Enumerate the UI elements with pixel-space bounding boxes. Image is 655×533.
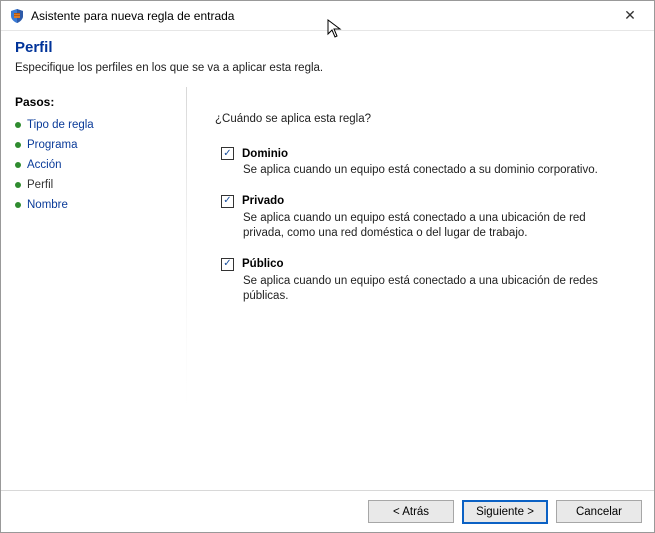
check-icon: ✓ [223, 196, 231, 206]
steps-sidebar: Pasos: Tipo de regla Programa Acción Per… [1, 87, 187, 490]
option-label: Dominio [242, 148, 288, 160]
back-button[interactable]: < Atrás [368, 500, 454, 523]
step-label: Perfil [27, 179, 53, 191]
checkbox-dominio[interactable]: ✓ [221, 147, 234, 160]
step-nombre[interactable]: Nombre [15, 195, 177, 215]
option-description: Se aplica cuando un equipo está conectad… [243, 211, 623, 242]
step-programa[interactable]: Programa [15, 135, 177, 155]
close-button[interactable]: ✕ [610, 2, 650, 30]
check-icon: ✓ [223, 259, 231, 269]
close-icon: ✕ [624, 7, 636, 24]
step-accion[interactable]: Acción [15, 155, 177, 175]
step-label: Acción [27, 159, 62, 171]
option-label: Público [242, 258, 284, 270]
wizard-footer: < Atrás Siguiente > Cancelar [1, 490, 654, 532]
option-dominio: ✓ Dominio Se aplica cuando un equipo est… [221, 147, 636, 179]
check-icon: ✓ [223, 149, 231, 159]
option-description: Se aplica cuando un equipo está conectad… [243, 163, 623, 179]
window-title: Asistente para nueva regla de entrada [31, 9, 610, 23]
option-description: Se aplica cuando un equipo está conectad… [243, 274, 623, 305]
firewall-shield-icon [9, 8, 25, 24]
checkbox-publico[interactable]: ✓ [221, 258, 234, 271]
titlebar: Asistente para nueva regla de entrada ✕ [1, 1, 654, 31]
wizard-header: Perfil Especifique los perfiles en los q… [1, 31, 654, 84]
step-bullet-icon [15, 202, 21, 208]
step-label: Programa [27, 139, 78, 151]
step-bullet-icon [15, 142, 21, 148]
checkbox-privado[interactable]: ✓ [221, 195, 234, 208]
step-bullet-icon [15, 182, 21, 188]
cancel-button[interactable]: Cancelar [556, 500, 642, 523]
option-privado: ✓ Privado Se aplica cuando un equipo est… [221, 195, 636, 242]
profile-prompt: ¿Cuándo se aplica esta regla? [215, 113, 636, 125]
step-bullet-icon [15, 162, 21, 168]
step-label: Nombre [27, 199, 68, 211]
step-bullet-icon [15, 122, 21, 128]
option-publico: ✓ Público Se aplica cuando un equipo est… [221, 258, 636, 305]
page-title: Perfil [15, 39, 640, 56]
step-perfil[interactable]: Perfil [15, 175, 177, 195]
next-button[interactable]: Siguiente > [462, 500, 548, 524]
step-tipo-de-regla[interactable]: Tipo de regla [15, 115, 177, 135]
main-content: ¿Cuándo se aplica esta regla? ✓ Dominio … [187, 87, 654, 490]
steps-heading: Pasos: [15, 95, 177, 109]
step-label: Tipo de regla [27, 119, 94, 131]
page-description: Especifique los perfiles en los que se v… [15, 62, 640, 74]
option-label: Privado [242, 195, 284, 207]
wizard-body: Pasos: Tipo de regla Programa Acción Per… [1, 87, 654, 490]
